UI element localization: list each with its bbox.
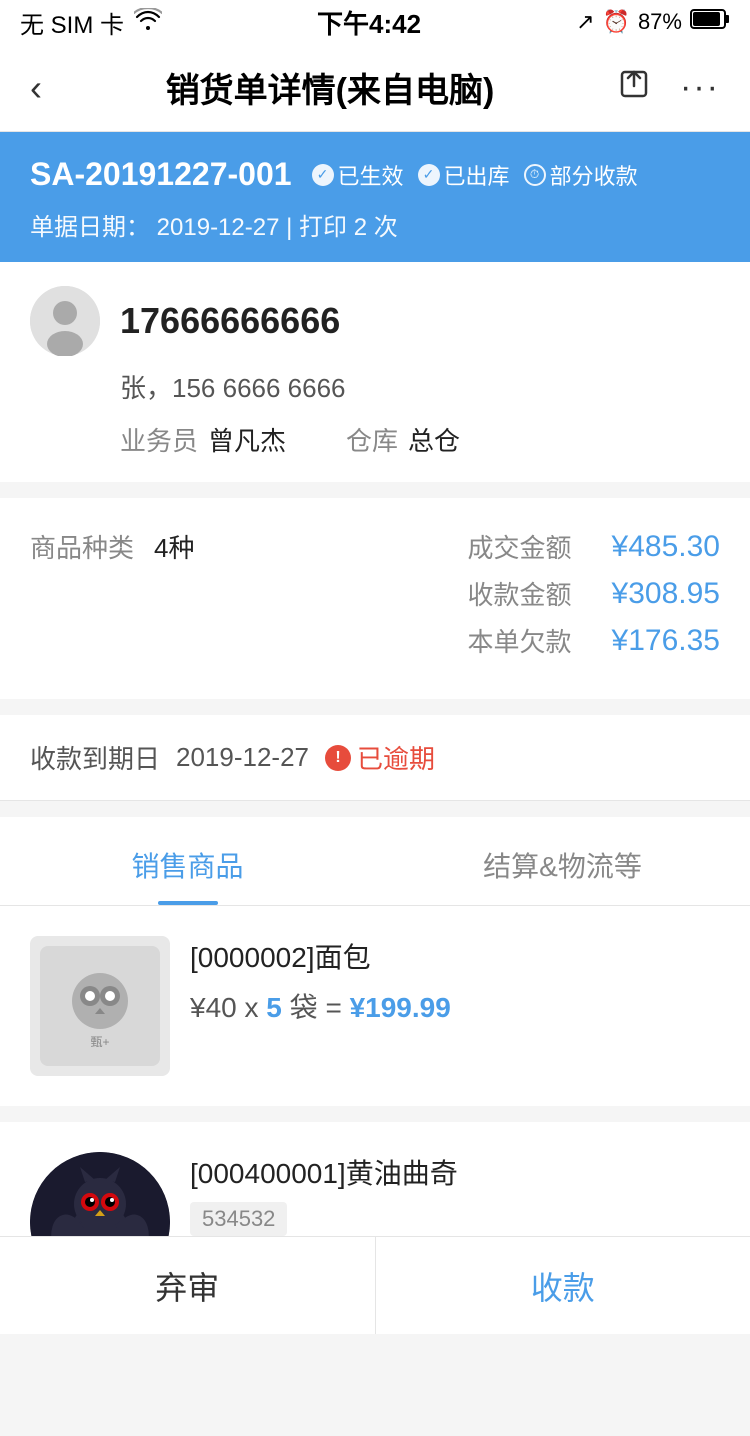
order-id-row: SA-20191227-001 ✓ 已生效 ✓ 已出库 ⏱ 部分收款 bbox=[30, 156, 720, 193]
tabs-container: 销售商品 结算&物流等 bbox=[0, 817, 750, 906]
overdue-status: 已逾期 bbox=[357, 739, 435, 776]
warehouse-label: 仓库 bbox=[346, 421, 398, 458]
status-time: 下午4:42 bbox=[317, 4, 421, 41]
order-id: SA-20191227-001 bbox=[30, 156, 292, 193]
warehouse-value: 总仓 bbox=[408, 421, 460, 458]
battery-text: 87% bbox=[638, 9, 682, 35]
product-types-label: 商品种类 bbox=[30, 528, 134, 565]
warehouse-item: 仓库 总仓 bbox=[346, 421, 460, 458]
separator bbox=[0, 801, 750, 817]
order-header-banner: SA-20191227-001 ✓ 已生效 ✓ 已出库 ⏱ 部分收款 单据日期：… bbox=[0, 132, 750, 262]
owed-amount-value: ¥176.35 bbox=[612, 624, 720, 658]
product-tag-cookie: 534532 bbox=[190, 1202, 287, 1236]
status-right: ↗ ⏰ 87% bbox=[576, 8, 730, 36]
wifi-icon bbox=[134, 8, 162, 37]
carrier-text: 无 SIM 卡 bbox=[20, 5, 124, 40]
status-effective: ✓ 已生效 bbox=[312, 159, 404, 191]
stats-section: 商品种类 4种 成交金额 ¥485.30 收款金额 ¥308.95 本单欠款 ¥… bbox=[0, 498, 750, 699]
customer-name-phone: 张，156 6666 6666 bbox=[120, 368, 720, 405]
clock-icon: ⏱ bbox=[524, 164, 546, 186]
nav-bar: ‹ 销货单详情(来自电脑) ··· bbox=[0, 44, 750, 132]
overdue-badge: ! 已逾期 bbox=[325, 739, 435, 776]
customer-section: 17666666666 张，156 6666 6666 业务员 曾凡杰 仓库 总… bbox=[0, 262, 750, 482]
order-date-row: 单据日期： 2019-12-27 | 打印 2 次 bbox=[30, 207, 720, 242]
overdue-section: 收款到期日 2019-12-27 ! 已逾期 bbox=[0, 715, 750, 801]
avatar bbox=[30, 286, 100, 356]
svg-text:甄+: 甄+ bbox=[90, 1035, 109, 1049]
received-amount-value: ¥308.95 bbox=[612, 577, 720, 611]
customer-account-id: 17666666666 bbox=[120, 300, 340, 342]
tab-sales-products[interactable]: 销售商品 bbox=[0, 817, 375, 905]
customer-row: 17666666666 bbox=[30, 286, 720, 356]
product-qty-bread: 5 bbox=[266, 992, 282, 1023]
owed-amount-label: 本单欠款 bbox=[468, 622, 572, 659]
product-name-cookie: [000400001]黄油曲奇 bbox=[190, 1152, 720, 1192]
salesman-value: 曾凡杰 bbox=[208, 421, 286, 458]
back-button[interactable]: ‹ bbox=[30, 67, 42, 109]
product-thumb-bread: 甄+ bbox=[30, 936, 170, 1076]
status-left: 无 SIM 卡 bbox=[20, 5, 162, 40]
bottom-spacer bbox=[0, 1338, 750, 1436]
status-shipped: ✓ 已出库 bbox=[418, 159, 510, 191]
status-partial-payment: ⏱ 部分收款 bbox=[524, 159, 638, 191]
overdue-label: 收款到期日 bbox=[30, 739, 160, 776]
share-icon[interactable] bbox=[618, 68, 650, 107]
received-amount-label: 收款金额 bbox=[468, 575, 572, 612]
transaction-amount-label: 成交金额 bbox=[468, 528, 572, 565]
check-icon-1: ✓ bbox=[312, 164, 334, 186]
location-icon: ↗ bbox=[576, 9, 594, 35]
transaction-amount-item: 成交金额 ¥485.30 bbox=[468, 528, 720, 565]
stats-right: 成交金额 ¥485.30 收款金额 ¥308.95 本单欠款 ¥176.35 bbox=[468, 528, 720, 669]
product-total-bread: ¥199.99 bbox=[350, 992, 451, 1023]
stats-row: 商品种类 4种 成交金额 ¥485.30 收款金额 ¥308.95 本单欠款 ¥… bbox=[30, 528, 720, 669]
check-icon-2: ✓ bbox=[418, 164, 440, 186]
product-types-item: 商品种类 4种 bbox=[30, 528, 194, 565]
overdue-warning-icon: ! bbox=[325, 745, 351, 771]
overdue-date: 2019-12-27 bbox=[176, 742, 309, 773]
more-icon[interactable]: ··· bbox=[680, 68, 720, 107]
battery-icon bbox=[690, 8, 730, 36]
product-price-bread: ¥40 x 5 袋 = ¥199.99 bbox=[190, 986, 720, 1026]
stats-left: 商品种类 4种 bbox=[30, 528, 194, 575]
nav-right-actions: ··· bbox=[618, 68, 720, 107]
product-item-bread: 甄+ [0000002]面包 ¥40 x 5 袋 = ¥199.99 bbox=[0, 906, 750, 1106]
status-bar: 无 SIM 卡 下午4:42 ↗ ⏰ 87% bbox=[0, 0, 750, 44]
nav-title: 销货单详情(来自电脑) bbox=[166, 63, 495, 112]
bottom-bar: 弃审 收款 bbox=[0, 1236, 750, 1334]
pay-button[interactable]: 收款 bbox=[376, 1237, 750, 1334]
owed-amount-item: 本单欠款 ¥176.35 bbox=[468, 622, 720, 659]
product-types-value: 4种 bbox=[154, 528, 194, 565]
salesman-item: 业务员 曾凡杰 bbox=[120, 421, 286, 458]
cancel-button[interactable]: 弃审 bbox=[0, 1237, 376, 1334]
received-amount-item: 收款金额 ¥308.95 bbox=[468, 575, 720, 612]
tab-settlement-logistics[interactable]: 结算&物流等 bbox=[375, 817, 750, 905]
status-badges: ✓ 已生效 ✓ 已出库 ⏱ 部分收款 bbox=[312, 159, 638, 191]
alarm-icon: ⏰ bbox=[603, 9, 630, 35]
product-name-bread: [0000002]面包 bbox=[190, 936, 720, 976]
product-info-bread: [0000002]面包 ¥40 x 5 袋 = ¥199.99 bbox=[190, 936, 720, 1026]
customer-meta: 业务员 曾凡杰 仓库 总仓 bbox=[120, 421, 720, 458]
salesman-label: 业务员 bbox=[120, 421, 198, 458]
transaction-amount-value: ¥485.30 bbox=[612, 530, 720, 564]
